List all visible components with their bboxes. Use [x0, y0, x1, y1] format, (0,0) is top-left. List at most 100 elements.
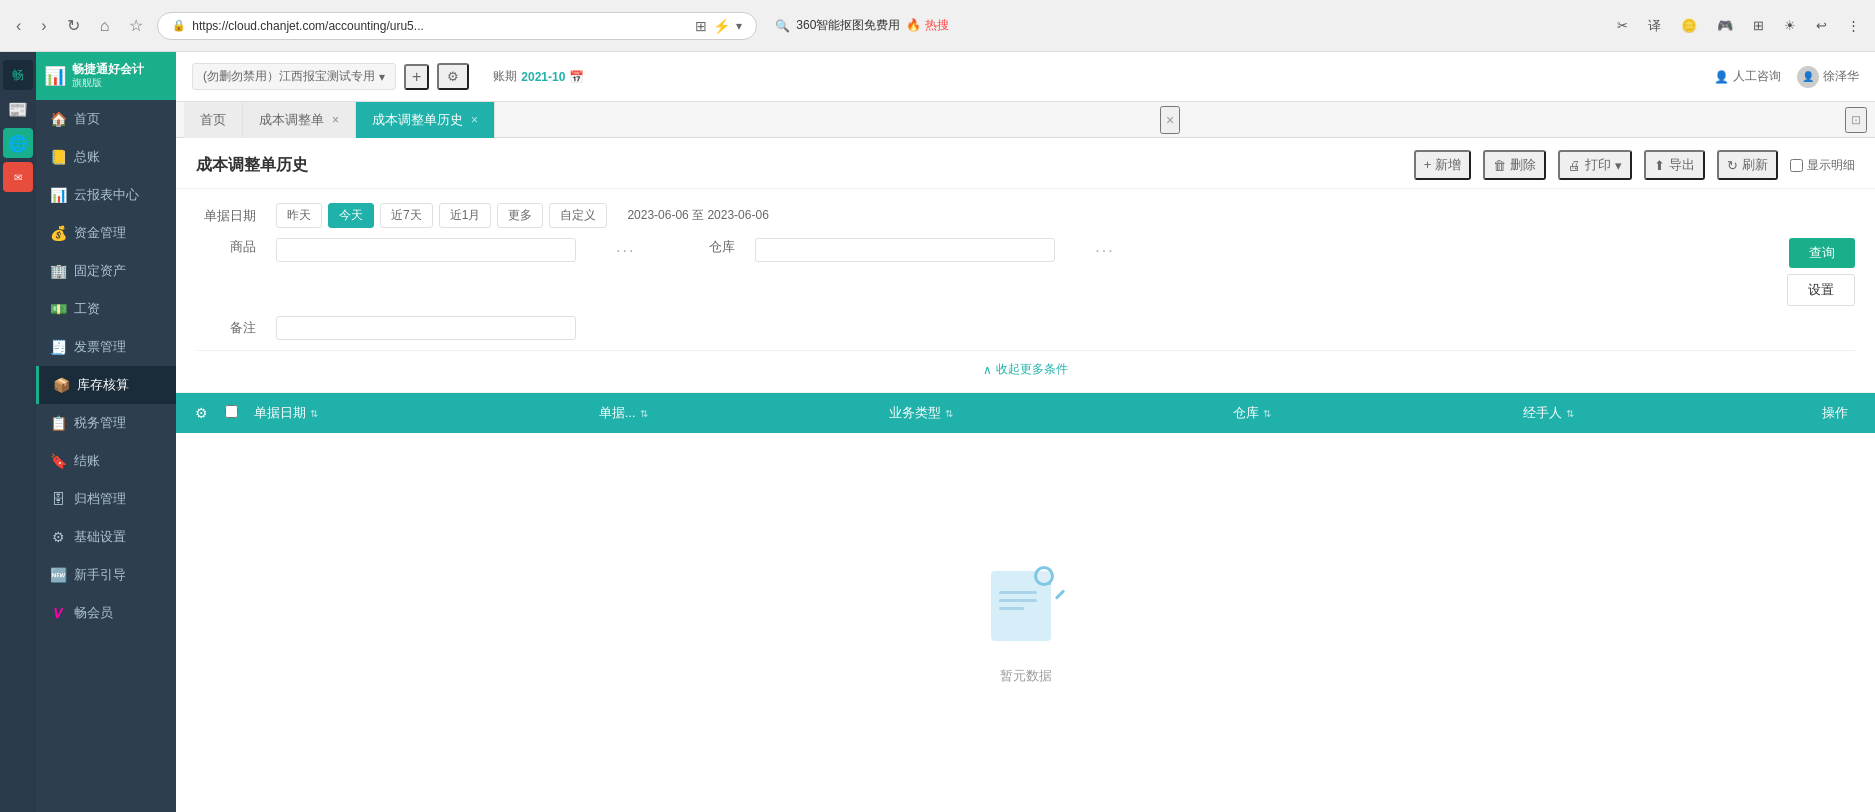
- icon-bar-item-2[interactable]: 🌐: [3, 128, 33, 158]
- service-label: 人工咨询: [1733, 68, 1781, 85]
- sidebar-item-reports[interactable]: 📊 云报表中心: [36, 176, 176, 214]
- sidebar-item-closing[interactable]: 🔖 结账: [36, 442, 176, 480]
- th-biz-type[interactable]: 业务类型 ⇅: [881, 404, 1226, 422]
- period-info: 账期 2021-10 📅: [493, 68, 584, 85]
- add-company-button[interactable]: +: [404, 64, 429, 90]
- show-cols-checkbox[interactable]: [1790, 159, 1803, 172]
- custom-date-btn[interactable]: 自定义: [549, 203, 607, 228]
- star-button[interactable]: ☆: [123, 12, 149, 39]
- more-icon[interactable]: ⋮: [1842, 16, 1865, 35]
- settings-icon: ⚙: [50, 529, 66, 545]
- back-button[interactable]: ‹: [10, 13, 27, 39]
- notes-input[interactable]: [276, 316, 576, 340]
- sidebar-item-ledger[interactable]: 📒 总账: [36, 138, 176, 176]
- print-button[interactable]: 🖨 打印 ▾: [1558, 150, 1632, 180]
- tab-cost-adjust-history-close[interactable]: ×: [471, 113, 478, 127]
- th-warehouse-sort-icon: ⇅: [1263, 408, 1271, 419]
- sidebar-item-funds[interactable]: 💰 资金管理: [36, 214, 176, 252]
- page-header: 成本调整单历史 + 新增 🗑 删除 🖨 打印 ▾ ⬆ 导出: [176, 138, 1875, 189]
- company-selector[interactable]: (勿删勿禁用）江西报宝测试专用 ▾: [192, 63, 396, 90]
- last7days-btn[interactable]: 近7天: [380, 203, 433, 228]
- sidebar-item-member[interactable]: V 畅会员: [36, 594, 176, 632]
- show-cols-button[interactable]: 显示明细: [1790, 157, 1855, 174]
- th-warehouse[interactable]: 仓库 ⇅: [1225, 404, 1515, 422]
- period-value: 2021-10: [521, 70, 565, 84]
- empty-state: 暂元数据: [176, 433, 1875, 812]
- tax-icon: 📋: [50, 415, 66, 431]
- translate-icon[interactable]: 译: [1643, 15, 1666, 37]
- yesterday-btn[interactable]: 昨天: [276, 203, 322, 228]
- sidebar-label-fixed-assets: 固定资产: [74, 262, 126, 280]
- tab-cost-adjust[interactable]: 成本调整单 ×: [243, 102, 356, 138]
- tab-cost-adjust-history[interactable]: 成本调整单历史 ×: [356, 102, 495, 138]
- sidebar-nav: 🏠 首页 📒 总账 📊 云报表中心 💰 资金管理 🏢 固定资产 💵 工资: [36, 100, 176, 812]
- tab-home[interactable]: 首页: [184, 102, 243, 138]
- sidebar-label-reports: 云报表中心: [74, 186, 139, 204]
- user-profile-button[interactable]: 👤 徐泽华: [1797, 66, 1859, 88]
- sidebar-item-settings[interactable]: ⚙ 基础设置: [36, 518, 176, 556]
- goods-input[interactable]: [276, 238, 576, 262]
- sidebar-item-fixed-assets[interactable]: 🏢 固定资产: [36, 252, 176, 290]
- sidebar-label-archive: 归档管理: [74, 490, 126, 508]
- sidebar-item-archive[interactable]: 🗄 归档管理: [36, 480, 176, 518]
- more-date-btn[interactable]: 更多: [497, 203, 543, 228]
- sidebar-item-invoice[interactable]: 🧾 发票管理: [36, 328, 176, 366]
- show-cols-label: 显示明细: [1807, 157, 1855, 174]
- icon-bar-item-0[interactable]: 畅: [3, 60, 33, 90]
- sidebar-item-tax[interactable]: 📋 税务管理: [36, 404, 176, 442]
- avatar: 👤: [1797, 66, 1819, 88]
- th-date[interactable]: 单据日期 ⇅: [246, 404, 591, 422]
- warehouse-input[interactable]: [755, 238, 1055, 262]
- game-icon[interactable]: 🎮: [1712, 16, 1738, 35]
- th-handler[interactable]: 经手人 ⇅: [1515, 404, 1805, 422]
- sidebar-item-salary[interactable]: 💵 工资: [36, 290, 176, 328]
- warehouse-filter-label: 仓库: [675, 238, 735, 256]
- settings-company-button[interactable]: ⚙: [437, 63, 469, 90]
- tab-home-label: 首页: [200, 111, 226, 129]
- empty-illustration: [981, 561, 1071, 651]
- brightness-icon[interactable]: ☀: [1779, 16, 1801, 35]
- coin-icon[interactable]: 🪙: [1676, 16, 1702, 35]
- collapse-label: 收起更多条件: [996, 361, 1068, 378]
- warehouse-ellipsis: ...: [1095, 238, 1114, 256]
- icon-bar-item-1[interactable]: 📰: [3, 94, 33, 124]
- sidebar-item-inventory[interactable]: 📦 库存核算: [36, 366, 176, 404]
- forward-button[interactable]: ›: [35, 13, 52, 39]
- dropdown-icon[interactable]: ▾: [736, 19, 742, 33]
- table-select-all-checkbox[interactable]: [216, 405, 246, 421]
- refresh-button[interactable]: ↻ 刷新: [1717, 150, 1778, 180]
- new-button[interactable]: + 新增: [1414, 150, 1471, 180]
- sidebar-logo[interactable]: 📊 畅捷通好会计 旗舰版: [36, 52, 176, 100]
- export-button[interactable]: ⬆ 导出: [1644, 150, 1705, 180]
- service-button[interactable]: 👤 人工咨询: [1714, 68, 1781, 85]
- main-close-button[interactable]: ×: [1160, 106, 1180, 134]
- date-range-display: 2023-06-06 至 2023-06-06: [627, 207, 768, 224]
- query-button[interactable]: 查询: [1789, 238, 1855, 268]
- select-all-input[interactable]: [225, 405, 238, 418]
- icon-bar-item-3[interactable]: ✉: [3, 162, 33, 192]
- collapse-filter-button[interactable]: ∧ 收起更多条件: [196, 350, 1855, 378]
- undo-icon[interactable]: ↩: [1811, 16, 1832, 35]
- today-btn[interactable]: 今天: [328, 203, 374, 228]
- calendar-icon[interactable]: 📅: [569, 70, 584, 84]
- service-icon: 👤: [1714, 70, 1729, 84]
- home-button[interactable]: ⌂: [94, 13, 116, 39]
- sidebar-label-invoice: 发票管理: [74, 338, 126, 356]
- address-bar[interactable]: 🔒 https://cloud.chanjet.com/accounting/u…: [157, 12, 757, 40]
- sidebar-item-guide[interactable]: 🆕 新手引导: [36, 556, 176, 594]
- scissors-icon[interactable]: ✂: [1612, 16, 1633, 35]
- th-voucher[interactable]: 单据... ⇅: [591, 404, 881, 422]
- refresh-button[interactable]: ↻: [61, 12, 86, 39]
- filter-settings-button[interactable]: 设置: [1787, 274, 1855, 306]
- browser-actions: ✂ 译 🪙 🎮 ⊞ ☀ ↩ ⋮: [1612, 15, 1865, 37]
- main-content: (勿删勿禁用）江西报宝测试专用 ▾ + ⚙ 账期 2021-10 📅 👤 人工咨…: [176, 52, 1875, 812]
- last1month-btn[interactable]: 近1月: [439, 203, 492, 228]
- th-handler-label: 经手人: [1523, 404, 1562, 422]
- sidebar-item-home[interactable]: 🏠 首页: [36, 100, 176, 138]
- grid-icon[interactable]: ⊞: [1748, 16, 1769, 35]
- delete-button[interactable]: 🗑 删除: [1483, 150, 1546, 180]
- tab-cost-adjust-close[interactable]: ×: [332, 113, 339, 127]
- table-settings-icon[interactable]: ⚙: [186, 405, 216, 421]
- restore-button[interactable]: ⊡: [1845, 107, 1867, 133]
- sidebar-label-settings: 基础设置: [74, 528, 126, 546]
